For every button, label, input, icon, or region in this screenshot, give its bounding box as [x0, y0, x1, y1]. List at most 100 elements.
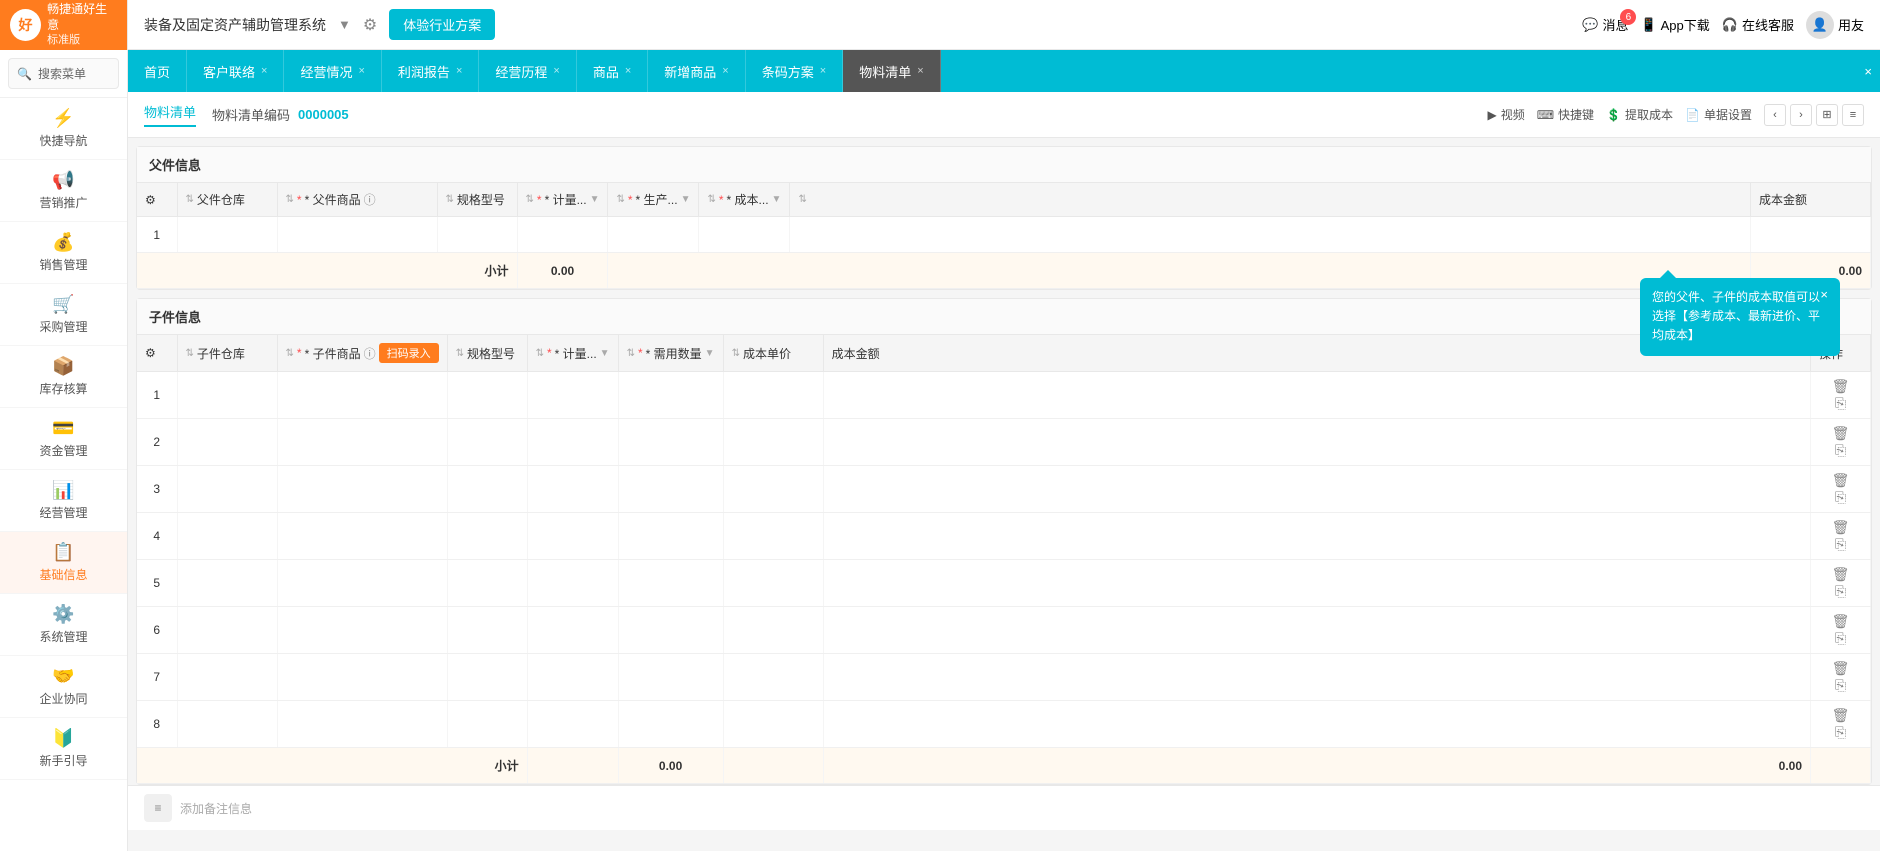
- child-unit-1[interactable]: [527, 372, 618, 419]
- online-service-area[interactable]: 🎧 在线客服: [1722, 15, 1794, 34]
- child-qty-6[interactable]: [618, 607, 723, 654]
- tab-barcode[interactable]: 条码方案 ×: [746, 50, 843, 92]
- sidebar-item-finance[interactable]: 💳 资金管理: [0, 408, 127, 470]
- bottom-note-icon[interactable]: ≡: [144, 794, 172, 822]
- copy-icon[interactable]: ⎘: [1835, 677, 1846, 693]
- sort-icon[interactable]: ⇅: [707, 194, 715, 205]
- sidebar-item-business[interactable]: 📊 经营管理: [0, 470, 127, 532]
- tabs-close-all[interactable]: ×: [1856, 64, 1880, 79]
- copy-icon[interactable]: ⎘: [1835, 395, 1846, 411]
- tab-new-products[interactable]: 新增商品 ×: [648, 50, 745, 92]
- parent-cost-cell[interactable]: [699, 217, 790, 253]
- sort-icon[interactable]: ⇅: [526, 194, 534, 205]
- child-unit-cost-5[interactable]: [723, 560, 823, 607]
- video-action[interactable]: ▶ 视频: [1487, 106, 1524, 123]
- trial-button[interactable]: 体验行业方案: [389, 9, 495, 40]
- parent-production-cell[interactable]: [608, 217, 699, 253]
- child-product-5[interactable]: [277, 560, 447, 607]
- sidebar-item-purchase[interactable]: 🛒 采购管理: [0, 284, 127, 346]
- parent-product-cell[interactable]: [277, 217, 437, 253]
- sidebar-item-enterprise[interactable]: 🤝 企业协同: [0, 656, 127, 718]
- child-product-7[interactable]: [277, 654, 447, 701]
- child-qty-3[interactable]: [618, 466, 723, 513]
- sort-icon[interactable]: ⇅: [286, 194, 294, 205]
- delete-icon[interactable]: 🗑: [1832, 378, 1850, 394]
- user-menu[interactable]: 👤 用友: [1806, 11, 1864, 39]
- sidebar-item-system[interactable]: ⚙️ 系统管理: [0, 594, 127, 656]
- delete-icon[interactable]: 🗑: [1832, 613, 1850, 629]
- child-unit-cost-8[interactable]: [723, 701, 823, 748]
- child-warehouse-6[interactable]: [177, 607, 277, 654]
- tab-products[interactable]: 商品 ×: [577, 50, 648, 92]
- sidebar-item-marketing[interactable]: 📢 营销推广: [0, 160, 127, 222]
- child-product-info-icon[interactable]: ⓘ: [364, 345, 376, 362]
- nav-next-button[interactable]: ›: [1790, 104, 1812, 126]
- child-unit-8[interactable]: [527, 701, 618, 748]
- child-warehouse-1[interactable]: [177, 372, 277, 419]
- shortcut-action[interactable]: ⌨ 快捷键: [1537, 106, 1594, 123]
- child-spec-8[interactable]: [447, 701, 527, 748]
- app-download-area[interactable]: 📱 App下载: [1640, 15, 1709, 34]
- close-history-tab[interactable]: ×: [553, 65, 559, 77]
- th-child-settings[interactable]: ⚙: [137, 335, 177, 372]
- parent-spec-cell[interactable]: [437, 217, 517, 253]
- chevron-icon[interactable]: ▼: [590, 194, 600, 205]
- child-product-4[interactable]: [277, 513, 447, 560]
- child-product-6[interactable]: [277, 607, 447, 654]
- sort-icon[interactable]: ⇅: [616, 194, 624, 205]
- child-spec-3[interactable]: [447, 466, 527, 513]
- child-spec-6[interactable]: [447, 607, 527, 654]
- copy-icon[interactable]: ⎘: [1835, 442, 1846, 458]
- child-warehouse-2[interactable]: [177, 419, 277, 466]
- child-warehouse-8[interactable]: [177, 701, 277, 748]
- delete-icon[interactable]: 🗑: [1832, 519, 1850, 535]
- close-customers-tab[interactable]: ×: [261, 65, 267, 77]
- sidebar-item-basic[interactable]: 📋 基础信息: [0, 532, 127, 594]
- child-unit-4[interactable]: [527, 513, 618, 560]
- child-unit-cost-3[interactable]: [723, 466, 823, 513]
- child-warehouse-4[interactable]: [177, 513, 277, 560]
- page-tab-bom[interactable]: 物料清单: [144, 102, 196, 127]
- close-operations-tab[interactable]: ×: [358, 65, 364, 77]
- child-warehouse-7[interactable]: [177, 654, 277, 701]
- parent-unit-cell[interactable]: [517, 217, 608, 253]
- child-qty-2[interactable]: [618, 419, 723, 466]
- delete-icon[interactable]: 🗑: [1832, 566, 1850, 582]
- copy-icon[interactable]: ⎘: [1835, 489, 1846, 505]
- tab-history[interactable]: 经营历程 ×: [479, 50, 576, 92]
- sidebar-item-inventory[interactable]: 📦 库存核算: [0, 346, 127, 408]
- chevron-icon[interactable]: ▼: [681, 194, 691, 205]
- tab-bom[interactable]: 物料清单 ×: [843, 50, 940, 92]
- child-qty-1[interactable]: [618, 372, 723, 419]
- child-unit-3[interactable]: [527, 466, 618, 513]
- parent-extra-cell[interactable]: [790, 217, 1751, 253]
- copy-icon[interactable]: ⎘: [1835, 630, 1846, 646]
- child-spec-2[interactable]: [447, 419, 527, 466]
- child-warehouse-3[interactable]: [177, 466, 277, 513]
- child-product-3[interactable]: [277, 466, 447, 513]
- delete-icon[interactable]: 🗑: [1832, 660, 1850, 676]
- child-unit-cost-1[interactable]: [723, 372, 823, 419]
- sort-icon[interactable]: ⇅: [536, 348, 544, 359]
- tab-customers[interactable]: 客户联络 ×: [187, 50, 284, 92]
- product-info-icon[interactable]: ⓘ: [364, 191, 376, 208]
- child-unit-cost-4[interactable]: [723, 513, 823, 560]
- topbar-dropdown-icon[interactable]: ▼: [338, 17, 351, 32]
- sort-icon[interactable]: ⇅: [186, 348, 194, 359]
- child-qty-5[interactable]: [618, 560, 723, 607]
- sort-icon[interactable]: ⇅: [286, 348, 294, 359]
- sidebar-item-quick-nav[interactable]: ⚡ 快捷导航: [0, 98, 127, 160]
- child-unit-cost-7[interactable]: [723, 654, 823, 701]
- sidebar-item-guide[interactable]: 🔰 新手引导: [0, 718, 127, 780]
- child-spec-5[interactable]: [447, 560, 527, 607]
- child-spec-4[interactable]: [447, 513, 527, 560]
- sort-icon[interactable]: ⇅: [446, 194, 454, 205]
- child-unit-5[interactable]: [527, 560, 618, 607]
- copy-icon[interactable]: ⎘: [1835, 724, 1846, 740]
- child-unit-6[interactable]: [527, 607, 618, 654]
- sidebar-item-sales[interactable]: 💰 销售管理: [0, 222, 127, 284]
- chevron-icon[interactable]: ▼: [772, 194, 782, 205]
- doc-settings-action[interactable]: 📄 单据设置: [1685, 106, 1752, 123]
- chevron-icon[interactable]: ▼: [705, 348, 715, 359]
- sort-icon[interactable]: ⇅: [732, 348, 740, 359]
